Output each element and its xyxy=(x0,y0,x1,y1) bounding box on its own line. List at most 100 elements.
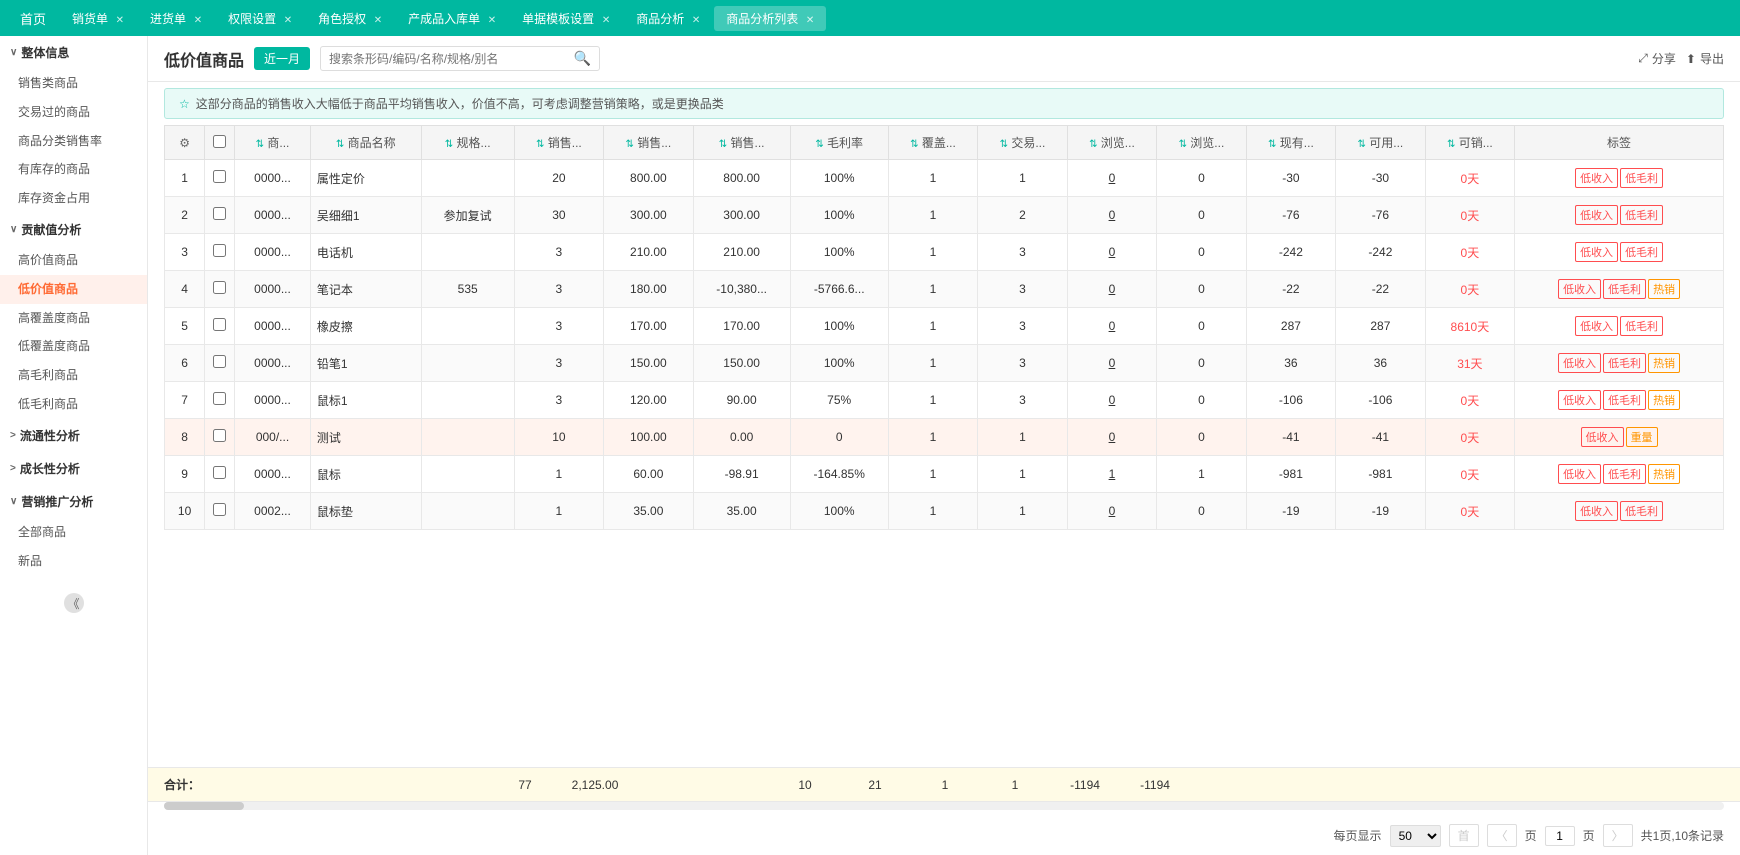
sidebar-item-high-coverage[interactable]: 高覆盖度商品 xyxy=(0,304,147,333)
browse-link[interactable]: 0 xyxy=(1109,245,1116,259)
td-checkbox[interactable] xyxy=(205,160,235,197)
th-code[interactable]: ⇅ 商... xyxy=(235,126,311,160)
td-name: 电话机 xyxy=(310,234,421,271)
sidebar-group-circulation[interactable]: > 流通性分析 xyxy=(0,419,147,452)
nav-analysis-list[interactable]: 商品分析列表 ✕ xyxy=(714,6,826,31)
td-checkbox[interactable] xyxy=(205,456,235,493)
browse-link[interactable]: 0 xyxy=(1109,504,1116,518)
sidebar-collapse-btn[interactable]: 《 xyxy=(64,593,84,613)
nav-close-roles[interactable]: ✕ xyxy=(374,15,382,26)
select-all-checkbox[interactable] xyxy=(213,135,226,148)
td-checkbox[interactable] xyxy=(205,419,235,456)
current-page-input[interactable] xyxy=(1545,826,1575,846)
nav-permissions[interactable]: 权限设置 ✕ xyxy=(216,6,304,31)
nav-close-production[interactable]: ✕ xyxy=(488,15,496,26)
sidebar-item-stock-products[interactable]: 有库存的商品 xyxy=(0,155,147,184)
nav-close-permissions[interactable]: ✕ xyxy=(284,15,292,26)
nav-purchase[interactable]: 进货单 ✕ xyxy=(138,6,214,31)
th-col5[interactable]: ⇅ 销售... xyxy=(514,126,603,160)
th-margin[interactable]: ⇅ 毛利率 xyxy=(790,126,888,160)
row-checkbox[interactable] xyxy=(213,503,226,516)
td-code: 0000... xyxy=(235,160,311,197)
td-checkbox[interactable] xyxy=(205,345,235,382)
sidebar-group-general[interactable]: ∨ 整体信息 xyxy=(0,36,147,69)
sidebar-group-marketing[interactable]: ∨ 营销推广分析 xyxy=(0,485,147,518)
nav-sales[interactable]: 销货单 ✕ xyxy=(60,6,136,31)
browse-link[interactable]: 0 xyxy=(1109,171,1116,185)
th-spec[interactable]: ⇅ 规格... xyxy=(421,126,514,160)
td-checkbox[interactable] xyxy=(205,234,235,271)
nav-close-analysis-list[interactable]: ✕ xyxy=(806,15,814,26)
browse-link[interactable]: 0 xyxy=(1109,319,1116,333)
th-col7[interactable]: ⇅ 销售... xyxy=(693,126,790,160)
th-checkbox[interactable] xyxy=(205,126,235,160)
row-checkbox[interactable] xyxy=(213,466,226,479)
nav-home[interactable]: 首页 xyxy=(8,5,58,32)
browse-link[interactable]: 0 xyxy=(1109,356,1116,370)
row-checkbox[interactable] xyxy=(213,170,226,183)
td-checkbox[interactable] xyxy=(205,308,235,345)
row-checkbox[interactable] xyxy=(213,429,226,442)
sidebar-group-growth[interactable]: > 成长性分析 xyxy=(0,452,147,485)
td-checkbox[interactable] xyxy=(205,197,235,234)
th-settings[interactable]: ⚙ xyxy=(165,126,205,160)
next-page-btn[interactable]: 〉 xyxy=(1603,824,1633,847)
nav-close-purchase[interactable]: ✕ xyxy=(194,15,202,26)
td-checkbox[interactable] xyxy=(205,493,235,530)
sidebar-item-low-value[interactable]: 低价值商品 xyxy=(0,275,147,304)
sidebar-item-traded-products[interactable]: 交易过的商品 xyxy=(0,98,147,127)
th-saleable[interactable]: ⇅ 可销... xyxy=(1425,126,1514,160)
sidebar-group-contribution[interactable]: ∨ 贡献值分析 xyxy=(0,213,147,246)
th-name[interactable]: ⇅ 商品名称 xyxy=(310,126,421,160)
th-browse1[interactable]: ⇅ 浏览... xyxy=(1067,126,1156,160)
th-browse2[interactable]: ⇅ 浏览... xyxy=(1157,126,1246,160)
th-coverage[interactable]: ⇅ 覆盖... xyxy=(888,126,977,160)
row-checkbox[interactable] xyxy=(213,318,226,331)
scrollbar-thumb[interactable] xyxy=(164,802,244,810)
nav-production[interactable]: 产成品入库单 ✕ xyxy=(396,6,508,31)
sidebar-item-stock-capital[interactable]: 库存资金占用 xyxy=(0,184,147,213)
nav-close-analysis[interactable]: ✕ xyxy=(692,15,700,26)
nav-analysis[interactable]: 商品分析 ✕ xyxy=(624,6,712,31)
prev-page-btn[interactable]: 〈 xyxy=(1487,824,1517,847)
nav-roles[interactable]: 角色授权 ✕ xyxy=(306,6,394,31)
row-checkbox[interactable] xyxy=(213,281,226,294)
td-checkbox[interactable] xyxy=(205,382,235,419)
sidebar-item-high-value[interactable]: 高价值商品 xyxy=(0,246,147,275)
sidebar-item-category-sales-rate[interactable]: 商品分类销售率 xyxy=(0,127,147,156)
sidebar-item-high-margin[interactable]: 高毛利商品 xyxy=(0,361,147,390)
browse-link[interactable]: 0 xyxy=(1109,208,1116,222)
row-checkbox[interactable] xyxy=(213,207,226,220)
sidebar-item-low-coverage[interactable]: 低覆盖度商品 xyxy=(0,332,147,361)
settings-icon[interactable]: ⚙ xyxy=(179,136,190,150)
browse-link[interactable]: 1 xyxy=(1109,467,1116,481)
share-btn[interactable]: ⤢ 分享 xyxy=(1638,50,1676,67)
browse-link[interactable]: 0 xyxy=(1109,430,1116,444)
td-no: 5 xyxy=(165,308,205,345)
nav-close-template[interactable]: ✕ xyxy=(602,15,610,26)
row-checkbox[interactable] xyxy=(213,392,226,405)
search-input[interactable] xyxy=(329,52,574,66)
nav-template[interactable]: 单据模板设置 ✕ xyxy=(510,6,622,31)
row-checkbox[interactable] xyxy=(213,355,226,368)
th-col6[interactable]: ⇅ 销售... xyxy=(604,126,693,160)
th-available[interactable]: ⇅ 可用... xyxy=(1336,126,1425,160)
browse-link[interactable]: 0 xyxy=(1109,393,1116,407)
td-browse1: 0 xyxy=(1067,197,1156,234)
browse-link[interactable]: 0 xyxy=(1109,282,1116,296)
sidebar-item-sales-products[interactable]: 销售类商品 xyxy=(0,69,147,98)
td-checkbox[interactable] xyxy=(205,271,235,308)
filter-recent-month-btn[interactable]: 近一月 xyxy=(254,47,310,70)
th-current[interactable]: ⇅ 现有... xyxy=(1246,126,1335,160)
row-checkbox[interactable] xyxy=(213,244,226,257)
sidebar-item-new-products[interactable]: 新品 xyxy=(0,547,147,576)
nav-close-sales[interactable]: ✕ xyxy=(116,15,124,26)
search-icon[interactable]: 🔍 xyxy=(574,50,591,67)
sidebar-item-low-margin[interactable]: 低毛利商品 xyxy=(0,390,147,419)
per-page-select[interactable]: 50 100 xyxy=(1390,825,1441,847)
export-btn[interactable]: ⬆ 导出 xyxy=(1686,50,1724,67)
first-page-btn[interactable]: 首 xyxy=(1449,824,1479,847)
th-trade[interactable]: ⇅ 交易... xyxy=(978,126,1067,160)
horizontal-scrollbar[interactable] xyxy=(164,802,1724,810)
sidebar-item-all-products[interactable]: 全部商品 xyxy=(0,518,147,547)
